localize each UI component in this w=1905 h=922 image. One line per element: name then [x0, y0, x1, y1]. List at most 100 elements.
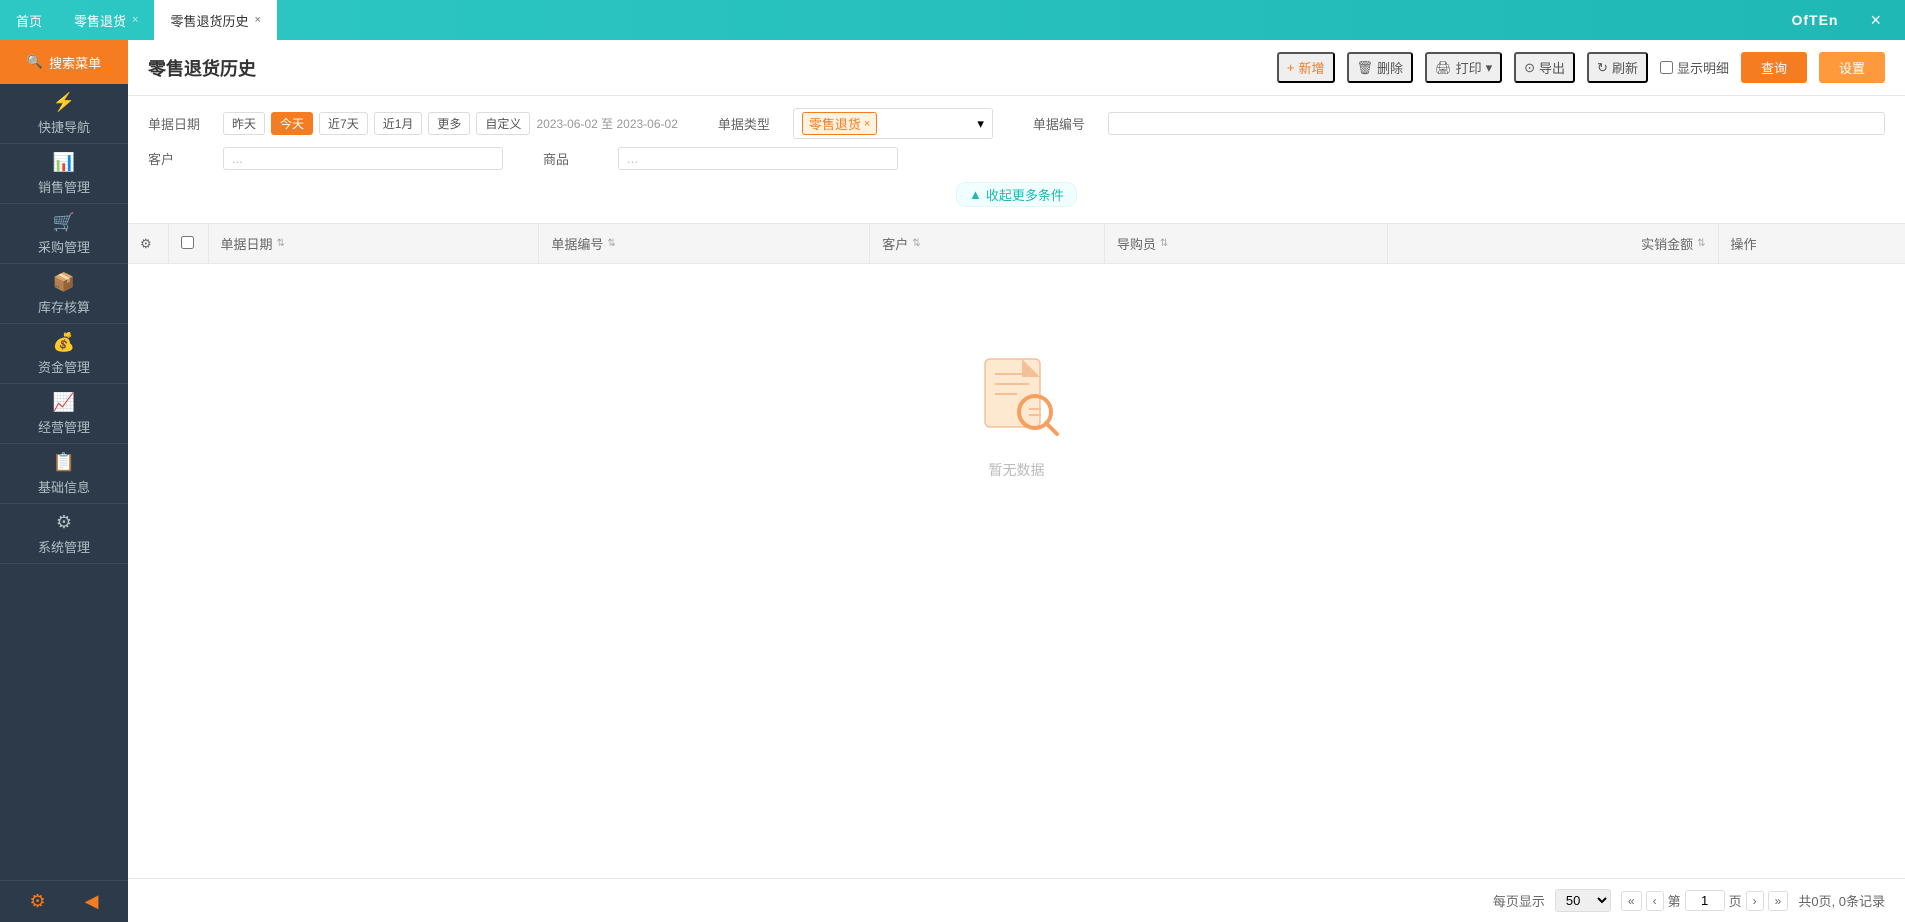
sidebar-item-quick-nav[interactable]: ⚡ 快捷导航 [0, 84, 128, 144]
set-button[interactable]: 设置 [1819, 52, 1885, 83]
page-label: 第 [1668, 891, 1681, 910]
sidebar-bottom: ⚙ ◀ [0, 880, 128, 922]
table-area: ⚙ 单据日期 ⇅ 单据编号 [128, 224, 1905, 878]
sidebar-collapse-icon[interactable]: ◀ [85, 891, 99, 912]
inventory-icon: 📦 [53, 272, 75, 293]
customer-input[interactable] [223, 147, 503, 170]
order-number-input[interactable] [1108, 112, 1885, 135]
date-group: 昨天 今天 近7天 近1月 更多 自定义 2023-06-02 至 2023-0… [223, 112, 678, 135]
new-button[interactable]: + 新增 [1277, 52, 1335, 83]
type-tag-close[interactable]: × [864, 118, 870, 130]
sidebar-item-operations[interactable]: 📈 经营管理 [0, 384, 128, 444]
print-button[interactable]: 🖨 打印 ▾ [1425, 52, 1502, 83]
collapse-button[interactable]: ▲ 收起更多条件 [956, 182, 1077, 207]
date-label: 单据日期 [148, 114, 203, 133]
pagination-bar: 每页显示 50 10 20 100 « ‹ 第 页 › » 共0页, 0条记录 [128, 878, 1905, 922]
sidebar-item-system[interactable]: ⚙ 系统管理 [0, 504, 128, 564]
date-btn-yesterday[interactable]: 昨天 [223, 112, 265, 135]
sort-amount-icon: ⇅ [1697, 238, 1705, 249]
query-button[interactable]: 查询 [1741, 52, 1807, 83]
filter-row-2: 客户 商品 [148, 147, 1885, 170]
refresh-icon: ↻ [1597, 60, 1608, 76]
top-bar: 首页 零售退货 × 零售退货历史 × OfTEn × [0, 0, 1905, 40]
brand-logo: OfTEn [1775, 12, 1854, 28]
sidebar-item-finance[interactable]: 💰 资金管理 [0, 324, 128, 384]
date-btn-today[interactable]: 今天 [271, 112, 313, 135]
plus-icon: + [1287, 60, 1295, 75]
empty-state: 暂无数据 [128, 264, 1905, 560]
th-checkbox[interactable] [168, 224, 208, 264]
page-unit: 页 [1729, 891, 1742, 910]
sidebar-item-inventory[interactable]: 📦 库存核算 [0, 264, 128, 324]
th-settings[interactable]: ⚙ [128, 224, 168, 264]
empty-text: 暂无数据 [989, 460, 1045, 480]
date-btn-7days[interactable]: 近7天 [319, 112, 368, 135]
sales-icon: 📊 [53, 152, 75, 173]
sort-customer-icon: ⇅ [912, 238, 920, 249]
tab-list: 首页 零售退货 × 零售退货历史 × [0, 0, 1775, 40]
th-guide[interactable]: 导购员 ⇅ [1104, 224, 1387, 264]
show-detail-checkbox[interactable] [1660, 61, 1673, 74]
sidebar-search[interactable]: 🔍 搜索菜单 [0, 40, 128, 84]
window-close-btn[interactable]: × [1862, 10, 1889, 31]
export-button[interactable]: ⊙ 导出 [1514, 52, 1575, 83]
page-prev-btn[interactable]: ‹ [1646, 891, 1664, 911]
table-header: ⚙ 单据日期 ⇅ 单据编号 [128, 224, 1905, 264]
goods-label: 商品 [543, 149, 598, 168]
date-btn-1month[interactable]: 近1月 [374, 112, 423, 135]
page-next-btn[interactable]: › [1746, 891, 1764, 911]
per-page-label: 每页显示 [1493, 891, 1545, 910]
operations-icon: 📈 [53, 392, 75, 413]
sidebar-item-base-info[interactable]: 📋 基础信息 [0, 444, 128, 504]
sidebar: 🔍 搜索菜单 ⚡ 快捷导航 📊 销售管理 🛒 采购管理 📦 库存核算 💰 资金管… [0, 40, 128, 922]
page-input[interactable] [1685, 890, 1725, 911]
th-order-no[interactable]: 单据编号 ⇅ [539, 224, 870, 264]
delete-button[interactable]: 🗑 删除 [1347, 52, 1414, 83]
page-header: 零售退货历史 + 新增 🗑 删除 🖨 打印 ▾ ⊙ 导出 ↻ 刷新 显示明细 查… [128, 40, 1905, 96]
export-icon: ⊙ [1524, 60, 1535, 76]
type-dropdown-icon: ▾ [977, 116, 984, 132]
base-info-icon: 📋 [53, 452, 75, 473]
th-amount[interactable]: 实销金额 ⇅ [1387, 224, 1718, 264]
purchase-icon: 🛒 [53, 212, 75, 233]
sidebar-item-label: 经营管理 [38, 417, 90, 436]
delete-icon: 🗑 [1357, 60, 1374, 76]
customer-label: 客户 [148, 149, 203, 168]
page-total: 共0页, 0条记录 [1798, 891, 1885, 910]
per-page-select[interactable]: 50 10 20 100 [1555, 889, 1611, 912]
main-layout: 🔍 搜索菜单 ⚡ 快捷导航 📊 销售管理 🛒 采购管理 📦 库存核算 💰 资金管… [0, 40, 1905, 922]
print-icon: 🖨 [1435, 60, 1452, 76]
date-btn-custom[interactable]: 自定义 [476, 112, 530, 135]
tab-close-retail-return[interactable]: × [132, 14, 138, 26]
sort-orderno-icon: ⇅ [607, 238, 615, 249]
table-body: 暂无数据 [128, 264, 1905, 561]
collapse-row: ▲ 收起更多条件 [148, 178, 1885, 211]
sidebar-item-purchase[interactable]: 🛒 采购管理 [0, 204, 128, 264]
show-detail-checkbox-label[interactable]: 显示明细 [1660, 58, 1729, 77]
page-last-btn[interactable]: » [1768, 891, 1789, 911]
sidebar-item-sales[interactable]: 📊 销售管理 [0, 144, 128, 204]
date-btn-more[interactable]: 更多 [428, 112, 470, 135]
tab-retail-return-history[interactable]: 零售退货历史 × [154, 0, 276, 40]
th-customer[interactable]: 客户 ⇅ [870, 224, 1105, 264]
type-label: 单据类型 [718, 114, 773, 133]
sidebar-item-label: 系统管理 [38, 537, 90, 556]
header-actions: + 新增 🗑 删除 🖨 打印 ▾ ⊙ 导出 ↻ 刷新 显示明细 查询 设置 [1277, 52, 1885, 83]
th-date[interactable]: 单据日期 ⇅ [208, 224, 539, 264]
tab-retail-return[interactable]: 零售退货 × [58, 0, 154, 40]
collapse-icon: ▲ [969, 187, 982, 202]
page-nav: « ‹ 第 页 › » [1621, 890, 1788, 911]
select-all-checkbox[interactable] [181, 236, 194, 249]
type-select[interactable]: 零售退货 × ▾ [793, 108, 993, 139]
goods-input[interactable] [618, 147, 898, 170]
refresh-button[interactable]: ↻ 刷新 [1587, 52, 1648, 83]
empty-icon [967, 344, 1067, 444]
quick-nav-icon: ⚡ [53, 92, 75, 113]
tab-home[interactable]: 首页 [0, 0, 58, 40]
sidebar-gear-icon[interactable]: ⚙ [30, 891, 46, 912]
th-ops: 操作 [1718, 224, 1905, 264]
page-title: 零售退货历史 [148, 55, 256, 81]
date-range-display: 2023-06-02 至 2023-06-02 [536, 115, 677, 132]
page-first-btn[interactable]: « [1621, 891, 1642, 911]
tab-close-history[interactable]: × [254, 14, 260, 26]
